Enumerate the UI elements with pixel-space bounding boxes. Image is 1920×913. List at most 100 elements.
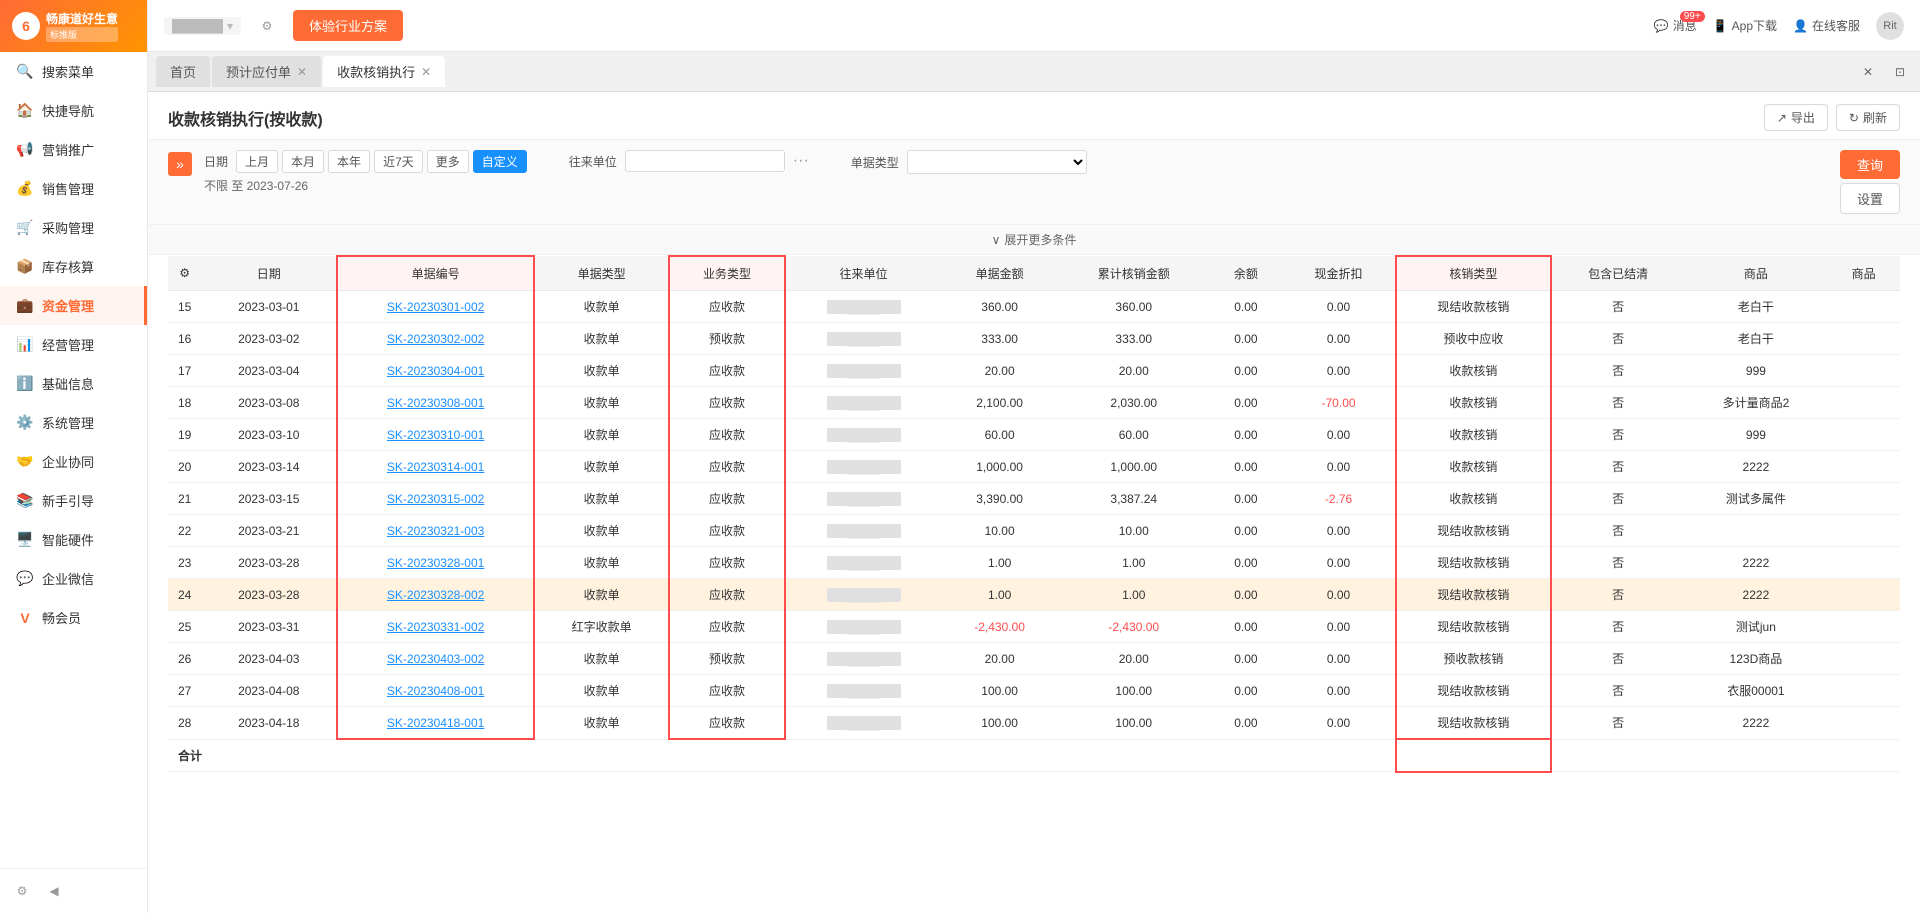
cell-amount: 20.00	[941, 355, 1058, 387]
collapse-btn[interactable]: ◀	[40, 877, 68, 905]
sidebar-item-guide[interactable]: 📚 新手引导	[0, 481, 147, 520]
this-month-btn[interactable]: 本月	[282, 150, 324, 173]
tab-prepaid-close[interactable]: ✕	[297, 65, 307, 79]
sidebar-item-quick-nav[interactable]: 🏠 快捷导航	[0, 91, 147, 130]
filter-expand-btn[interactable]: »	[168, 152, 192, 176]
last-7-days-btn[interactable]: 近7天	[374, 150, 423, 173]
expand-more-btn[interactable]: ∨ 展开更多条件	[148, 225, 1920, 255]
th-biz-type[interactable]: 业务类型	[669, 256, 784, 291]
avatar[interactable]: Rit	[1876, 12, 1904, 40]
cell-goods2	[1827, 291, 1900, 323]
doc-no-link[interactable]: SK-20230315-002	[387, 492, 484, 506]
th-discount[interactable]: 现金折扣	[1282, 256, 1396, 291]
settings-icon: ⚙	[179, 266, 190, 280]
sales-icon: 💰	[16, 180, 34, 197]
custom-date-btn[interactable]: 自定义	[473, 150, 527, 173]
app-download-btn[interactable]: 📱 App下载	[1713, 17, 1777, 34]
refresh-button[interactable]: ↻ 刷新	[1836, 104, 1900, 131]
app-icon: 📱	[1713, 19, 1728, 33]
gear-icon[interactable]: ⚙	[253, 12, 281, 40]
this-year-btn[interactable]: 本年	[328, 150, 370, 173]
sidebar-item-label: 智能硬件	[42, 530, 94, 549]
settings-bottom-btn[interactable]: ⚙	[8, 877, 36, 905]
th-settings[interactable]: ⚙	[168, 256, 201, 291]
settings-button[interactable]: 设置	[1840, 183, 1900, 214]
th-date[interactable]: 日期	[201, 256, 337, 291]
cell-goods1: 测试多属件	[1684, 483, 1827, 515]
doc-no-link[interactable]: SK-20230314-001	[387, 460, 484, 474]
th-balance[interactable]: 余额	[1210, 256, 1283, 291]
table-row: 28 2023-04-18 SK-20230418-001 收款单 应收款 ██…	[168, 707, 1900, 740]
cell-biz-type: 预收款	[669, 643, 784, 675]
tab-receipt-exec-close[interactable]: ✕	[421, 65, 431, 79]
sidebar-item-search[interactable]: 🔍 搜索菜单	[0, 52, 147, 91]
sidebar-item-hardware[interactable]: 🖥️ 智能硬件	[0, 520, 147, 559]
th-cancel-type[interactable]: 核销类型	[1396, 256, 1551, 291]
th-goods1[interactable]: 商品	[1684, 256, 1827, 291]
sidebar-item-purchase[interactable]: 🛒 采购管理	[0, 208, 147, 247]
close-window-btn[interactable]: ✕	[1856, 60, 1880, 84]
doc-no-link[interactable]: SK-20230331-002	[387, 620, 484, 634]
doc-no-link[interactable]: SK-20230403-002	[387, 652, 484, 666]
doc-no-link[interactable]: SK-20230328-002	[387, 588, 484, 602]
hardware-icon: 🖥️	[16, 531, 34, 548]
doc-no-link[interactable]: SK-20230308-001	[387, 396, 484, 410]
tab-receipt-exec[interactable]: 收款核销执行 ✕	[323, 56, 445, 87]
cell-doc-type: 收款单	[534, 643, 669, 675]
cell-accum: -2,430.00	[1058, 611, 1210, 643]
sidebar-item-member[interactable]: V 畅会员	[0, 598, 147, 637]
cell-amount: 100.00	[941, 675, 1058, 707]
query-button[interactable]: 查询	[1840, 150, 1900, 179]
more-filters-dots[interactable]: ···	[793, 152, 809, 170]
cell-date: 2023-04-03	[201, 643, 337, 675]
cell-biz-type: 应收款	[669, 579, 784, 611]
doc-no-link[interactable]: SK-20230302-002	[387, 332, 484, 346]
th-accum[interactable]: 累计核销金额	[1058, 256, 1210, 291]
cell-goods1: 老白干	[1684, 291, 1827, 323]
doc-no-link[interactable]: SK-20230321-003	[387, 524, 484, 538]
last-month-btn[interactable]: 上月	[236, 150, 278, 173]
tab-home[interactable]: 首页	[156, 56, 210, 87]
th-goods2[interactable]: 商品	[1827, 256, 1900, 291]
more-date-btn[interactable]: 更多	[427, 150, 469, 173]
sidebar-item-sales[interactable]: 💰 销售管理	[0, 169, 147, 208]
doc-no-link[interactable]: SK-20230418-001	[387, 716, 484, 730]
partner-input[interactable]	[625, 150, 785, 172]
branch-selector[interactable]: ██████ ▾	[164, 17, 241, 35]
th-doc-no[interactable]: 单据编号	[337, 256, 534, 291]
page-title: 收款核销执行(按收款)	[168, 106, 323, 130]
sidebar-item-basic[interactable]: ℹ️ 基础信息	[0, 364, 147, 403]
message-btn[interactable]: 💬 消息 99+	[1654, 17, 1697, 34]
th-amount[interactable]: 单据金额	[941, 256, 1058, 291]
sidebar-item-system[interactable]: ⚙️ 系统管理	[0, 403, 147, 442]
sidebar-item-operation[interactable]: 📊 经营管理	[0, 325, 147, 364]
doc-no-link[interactable]: SK-20230408-001	[387, 684, 484, 698]
doc-no-link[interactable]: SK-20230328-001	[387, 556, 484, 570]
sidebar-item-enterprise[interactable]: 🤝 企业协同	[0, 442, 147, 481]
cell-doc-type: 收款单	[534, 451, 669, 483]
cell-no: 23	[168, 547, 201, 579]
sidebar-item-label: 经营管理	[42, 335, 94, 354]
sidebar-item-inventory[interactable]: 📦 库存核算	[0, 247, 147, 286]
th-doc-type[interactable]: 单据类型	[534, 256, 669, 291]
plan-button[interactable]: 体验行业方案	[293, 10, 403, 41]
cell-cancel-type: 现结收款核销	[1396, 675, 1551, 707]
cell-balance: 0.00	[1210, 355, 1283, 387]
online-service-btn[interactable]: 👤 在线客服	[1793, 17, 1860, 34]
sidebar-item-marketing[interactable]: 📢 营销推广	[0, 130, 147, 169]
doc-type-label: 单据类型	[851, 154, 899, 171]
tab-prepaid[interactable]: 预计应付单 ✕	[212, 56, 321, 87]
doc-type-select[interactable]	[907, 150, 1087, 174]
cell-goods2	[1827, 675, 1900, 707]
sidebar-item-wechat[interactable]: 💬 企业微信	[0, 559, 147, 598]
cell-discount: 0.00	[1282, 547, 1396, 579]
doc-no-link[interactable]: SK-20230310-001	[387, 428, 484, 442]
th-included[interactable]: 包含已结清	[1551, 256, 1685, 291]
sidebar-item-finance[interactable]: 💼 资金管理	[0, 286, 147, 325]
th-partner[interactable]: 往来单位	[785, 256, 942, 291]
footer-balance	[1210, 739, 1283, 772]
export-button[interactable]: ↗ 导出	[1764, 104, 1828, 131]
maximize-window-btn[interactable]: ⊡	[1888, 60, 1912, 84]
doc-no-link[interactable]: SK-20230301-002	[387, 300, 484, 314]
doc-no-link[interactable]: SK-20230304-001	[387, 364, 484, 378]
